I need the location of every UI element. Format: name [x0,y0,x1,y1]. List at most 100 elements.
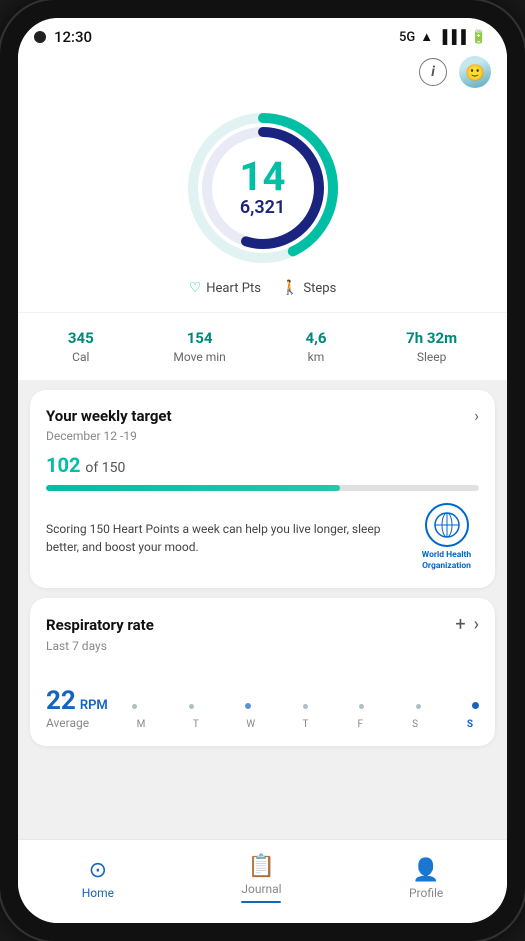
dot-t1 [189,704,194,709]
ring-sub-number: 6,321 [240,197,286,219]
stat-sleep: 7h 32m Sleep [406,327,457,364]
battery-icon: 🔋 [471,30,487,45]
dot-t2 [303,704,308,709]
avatar-image: 🙂 [459,56,491,88]
dot-s1 [416,704,421,709]
ring-container: 14 6,321 [183,108,343,268]
journal-label: Journal [241,882,281,896]
sleep-minutes: 32m [423,329,457,347]
cal-number: 345 [68,329,94,347]
wifi-icon: ▲ [420,29,433,45]
respiratory-days: M T W T F S S [132,719,479,730]
signal-label: 5G [399,30,415,45]
nav-home[interactable]: ⊙ Home [62,854,134,904]
respiratory-header: Respiratory rate + › [46,614,479,635]
km-value: 4,6 [306,327,327,348]
signal-bars-icon: ▐▐▐ [438,29,466,45]
stat-km: 4,6 km [306,327,327,364]
camera-dot [34,31,46,43]
progress-bar-fill [46,485,340,491]
day-m: M [132,719,150,730]
respiratory-title: Respiratory rate [46,616,154,634]
respiratory-number: 22 [46,686,76,716]
sleep-hours: 7h [406,329,423,347]
cal-label: Cal [68,350,94,364]
dot-f [359,704,364,709]
heart-icon: ♡ [189,280,202,296]
home-icon: ⊙ [89,858,107,883]
respiratory-chart: M T W T F S S [132,663,479,730]
who-logo: World HealthOrganization [414,503,479,572]
expand-chevron-icon[interactable]: › [474,614,479,635]
ring-legend: ♡ Heart Pts 🚶 Steps [189,280,337,296]
legend-heart-pts: ♡ Heart Pts [189,280,261,296]
info-button[interactable]: i [419,58,447,86]
weekly-target-date: December 12 -19 [46,429,479,443]
stats-row: 345 Cal 154 Move min 4,6 km [18,312,507,380]
km-number: 4,6 [306,329,327,347]
weekly-target-title: Your weekly target [46,407,172,425]
respiratory-actions: + › [455,614,479,635]
day-t2: T [296,719,314,730]
status-right: 5G ▲ ▐▐▐ 🔋 [399,29,487,45]
day-s1: S [406,719,424,730]
respiratory-dots [132,663,479,713]
dot-col-m [132,704,137,709]
home-label: Home [82,886,114,900]
legend-steps: 🚶 Steps [281,280,336,296]
chevron-right-icon[interactable]: › [474,406,479,425]
progress-bar-background [46,485,479,491]
dot-col-s2 [472,702,479,709]
dot-col-t1 [189,704,194,709]
target-of: of 150 [85,460,125,476]
ring-center: 14 6,321 [240,157,286,219]
add-button[interactable]: + [455,614,465,635]
respiratory-subtitle: Last 7 days [46,639,479,653]
respiratory-unit: RPM [80,698,108,713]
dot-m [132,704,137,709]
stat-move: 154 Move min [173,327,225,364]
steps-icon: 🚶 [281,280,298,296]
weekly-target-card[interactable]: Your weekly target › December 12 -19 102… [30,390,495,588]
dot-col-f [359,704,364,709]
dot-col-s1 [416,704,421,709]
steps-label: Steps [303,281,336,296]
journal-icon: 📋 [248,854,275,879]
weekly-target-description: Scoring 150 Heart Points a week can help… [46,520,404,556]
heart-pts-label: Heart Pts [206,281,261,296]
journal-underline [241,901,281,903]
target-current: 102 [46,453,80,477]
avatar[interactable]: 🙂 [459,56,491,88]
day-t1: T [187,719,205,730]
stat-cal: 345 Cal [68,327,94,364]
sleep-value: 7h 32m [406,327,457,348]
who-circle-icon [425,503,469,547]
respiratory-reading: 22 RPM [46,686,116,716]
scroll-content[interactable]: 14 6,321 ♡ Heart Pts 🚶 Steps [18,98,507,839]
phone-shell: 12:30 5G ▲ ▐▐▐ 🔋 i 🙂 [0,0,525,941]
respiratory-rate-card[interactable]: Respiratory rate + › Last 7 days 22 RPM … [30,598,495,746]
status-time: 12:30 [54,28,92,46]
respiratory-average-label: Average [46,716,116,730]
weekly-target-bottom: Scoring 150 Heart Points a week can help… [46,503,479,572]
ring-main-number: 14 [240,157,286,197]
who-text: World HealthOrganization [414,550,479,572]
nav-profile[interactable]: 👤 Profile [389,854,463,904]
cal-value: 345 [68,327,94,348]
nav-journal[interactable]: 📋 Journal [221,850,301,907]
day-f: F [351,719,369,730]
sleep-label: Sleep [406,350,457,364]
ring-section: 14 6,321 ♡ Heart Pts 🚶 Steps [18,98,507,312]
dot-s2-active [472,702,479,709]
respiratory-content: 22 RPM Average [46,663,479,730]
dot-col-w [245,703,251,709]
info-icon: i [431,64,435,80]
profile-icon: 👤 [412,858,439,883]
weekly-target-value: 102 of 150 [46,453,479,477]
day-s2: S [461,719,479,730]
respiratory-value-block: 22 RPM Average [46,686,116,730]
move-value: 154 [173,327,225,348]
status-bar: 12:30 5G ▲ ▐▐▐ 🔋 [18,18,507,52]
move-label: Move min [173,350,225,364]
day-w: W [242,719,260,730]
